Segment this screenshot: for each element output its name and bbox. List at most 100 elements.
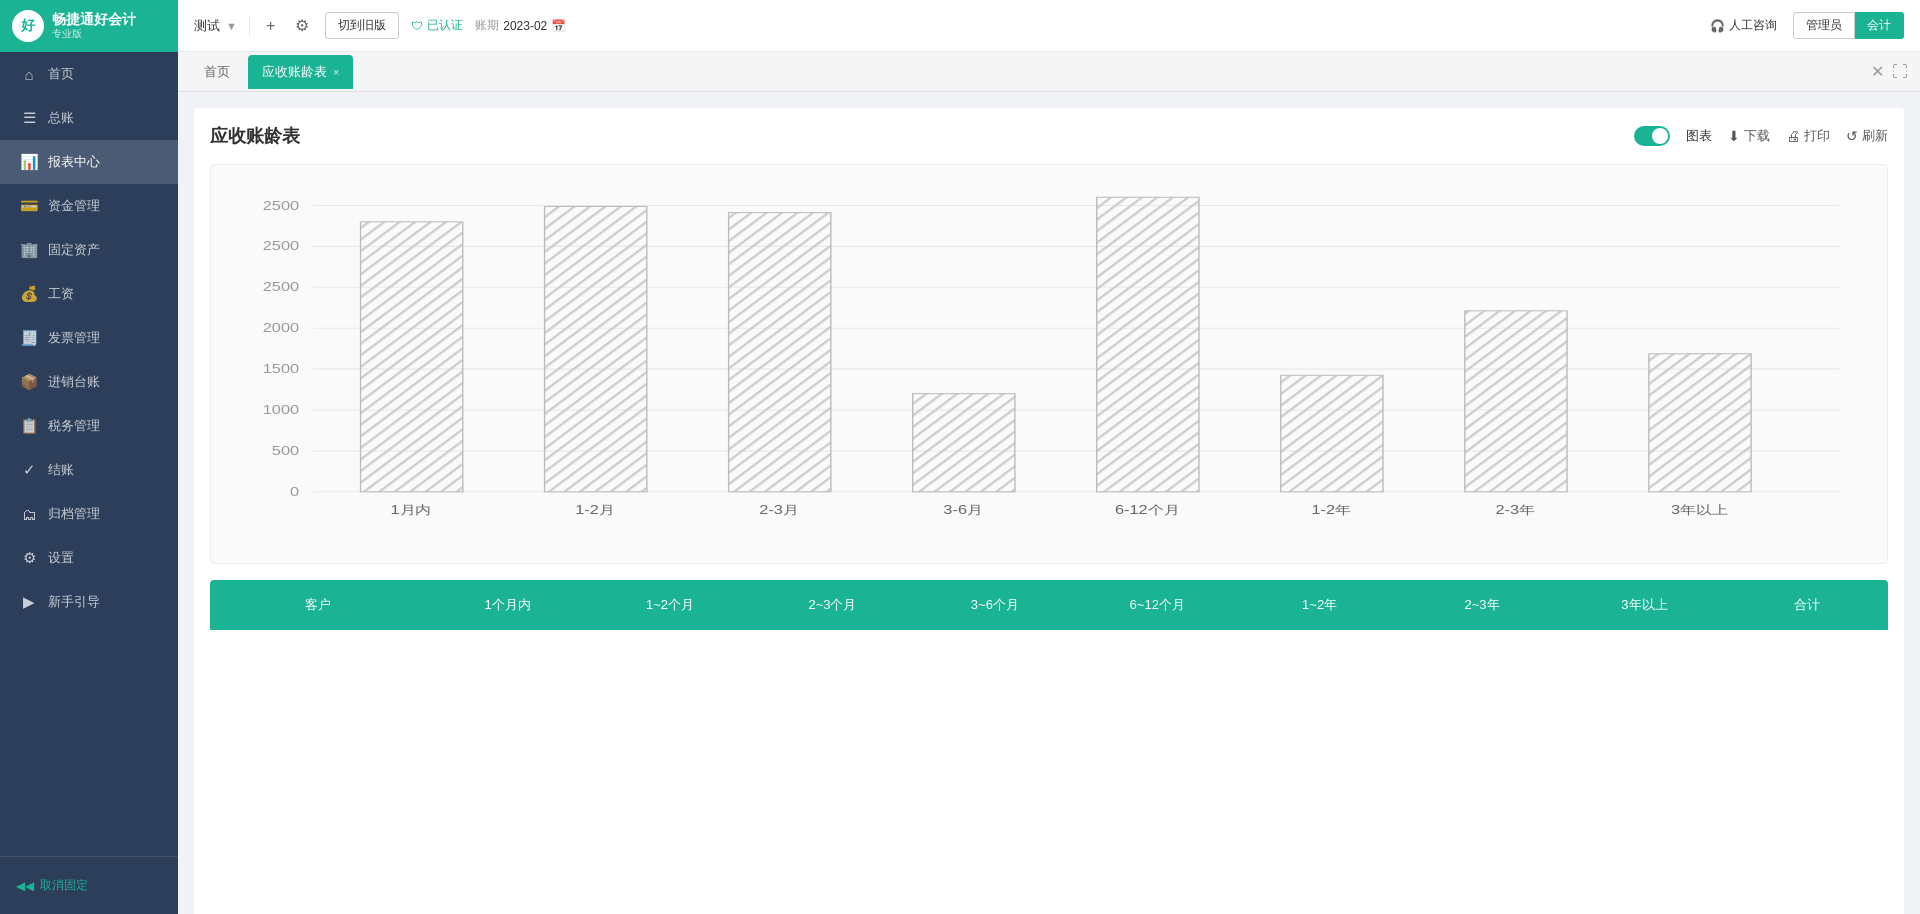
report-actions: 图表 ⬇ 下载 🖨 打印 ↺ 刷新 — [1634, 126, 1888, 146]
print-button[interactable]: 🖨 打印 — [1786, 127, 1830, 145]
sidebar-item-tax[interactable]: 📋 税务管理 — [0, 404, 178, 448]
sidebar-item-home[interactable]: ⌂ 首页 — [0, 52, 178, 96]
report-title: 应收账龄表 — [210, 124, 300, 148]
refresh-icon: ↺ — [1846, 128, 1858, 144]
salary-icon: 💰 — [20, 285, 38, 303]
col-3-6month: 3~6个月 — [914, 580, 1076, 630]
tabbar-right: ✕ ⛶ — [1871, 62, 1908, 81]
settings-button[interactable]: ⚙ — [291, 12, 313, 39]
col-1-2year: 1~2年 — [1238, 580, 1400, 630]
svg-text:6-12个月: 6-12个月 — [1115, 503, 1179, 517]
svg-text:3-6月: 3-6月 — [943, 503, 982, 517]
col-1month: 1个月内 — [427, 580, 589, 630]
calendar-icon[interactable]: 📅 — [551, 19, 566, 33]
home-icon: ⌂ — [20, 66, 38, 83]
accountant-button[interactable]: 会计 — [1855, 12, 1904, 39]
svg-text:2-3月: 2-3月 — [759, 503, 798, 517]
svg-text:0: 0 — [290, 485, 299, 499]
sidebar-nav: ⌂ 首页 ☰ 总账 📊 报表中心 💳 资金管理 🏢 固定资产 💰 工资 🧾 发票… — [0, 52, 178, 856]
sidebar-item-settings[interactable]: ⚙ 设置 — [0, 536, 178, 580]
svg-text:1-2年: 1-2年 — [1311, 503, 1350, 517]
settings-icon: ⚙ — [20, 549, 38, 567]
ledger-icon: ☰ — [20, 109, 38, 127]
report-header: 应收账龄表 图表 ⬇ 下载 🖨 打印 — [210, 124, 1888, 148]
app-logo-icon: 好 — [12, 10, 44, 42]
topbar-divider-1 — [249, 16, 250, 36]
svg-rect-31 — [1649, 354, 1751, 492]
topbar: 测试 ▼ + ⚙ 切到旧版 🛡 已认证 账期 2023-02 📅 🎧 人工咨询 … — [178, 0, 1920, 52]
sidebar-item-reports[interactable]: 📊 报表中心 — [0, 140, 178, 184]
pin-icon: ◀◀ — [16, 879, 34, 893]
main-content: 测试 ▼ + ⚙ 切到旧版 🛡 已认证 账期 2023-02 📅 🎧 人工咨询 … — [178, 0, 1920, 914]
table-header: 客户 1个月内 1~2个月 2~3个月 3~6个月 6~12个月 1~2年 2~… — [210, 580, 1888, 630]
refresh-button[interactable]: ↺ 刷新 — [1846, 127, 1888, 145]
chevron-down-icon: ▼ — [226, 20, 237, 32]
consult-button[interactable]: 🎧 人工咨询 — [1710, 17, 1777, 34]
invoice-icon: 🧾 — [20, 329, 38, 347]
report-container: 应收账龄表 图表 ⬇ 下载 🖨 打印 — [194, 108, 1904, 914]
svg-text:1500: 1500 — [263, 362, 299, 376]
add-button[interactable]: + — [262, 13, 279, 39]
tab-home[interactable]: 首页 — [190, 55, 244, 89]
project-selector[interactable]: 测试 ▼ — [194, 17, 237, 35]
period-display: 账期 2023-02 📅 — [475, 17, 566, 34]
sidebar-item-archive[interactable]: 🗂 归档管理 — [0, 492, 178, 536]
tab-accounts-aging[interactable]: 应收账龄表 × — [248, 55, 353, 89]
inventory-icon: 📦 — [20, 373, 38, 391]
sidebar-item-capital[interactable]: 💳 资金管理 — [0, 184, 178, 228]
sidebar-item-ledger[interactable]: ☰ 总账 — [0, 96, 178, 140]
cancel-fixed-button[interactable]: ◀◀ 取消固定 — [0, 867, 178, 904]
svg-text:1-2月: 1-2月 — [575, 503, 614, 517]
topbar-right: 🎧 人工咨询 管理员 会计 — [1710, 12, 1904, 39]
svg-rect-25 — [1097, 197, 1199, 492]
sidebar-item-inventory[interactable]: 📦 进销台账 — [0, 360, 178, 404]
expand-button[interactable]: ⛶ — [1892, 63, 1908, 81]
chart-area: 2500 2500 2500 2000 1500 1000 500 0 — [210, 164, 1888, 564]
download-icon: ⬇ — [1728, 128, 1740, 144]
sidebar: 好 畅捷通好会计 专业版 ⌂ 首页 ☰ 总账 📊 报表中心 💳 资金管理 🏢 固… — [0, 0, 178, 914]
sidebar-item-assets[interactable]: 🏢 固定资产 — [0, 228, 178, 272]
sidebar-item-guide[interactable]: ▶ 新手引导 — [0, 580, 178, 624]
assets-icon: 🏢 — [20, 241, 38, 259]
svg-text:1月内: 1月内 — [391, 503, 432, 517]
chart-toggle-label: 图表 — [1686, 127, 1712, 145]
tax-icon: 📋 — [20, 417, 38, 435]
certified-badge: 🛡 已认证 — [411, 17, 463, 34]
svg-rect-29 — [1465, 311, 1567, 492]
svg-text:500: 500 — [272, 444, 299, 458]
svg-text:2500: 2500 — [263, 199, 299, 213]
svg-rect-17 — [361, 222, 463, 492]
page-body: 应收账龄表 图表 ⬇ 下载 🖨 打印 — [178, 92, 1920, 914]
chart-toggle[interactable] — [1634, 126, 1670, 146]
close-window-button[interactable]: ✕ — [1871, 62, 1884, 81]
sidebar-item-settlement[interactable]: ✓ 结账 — [0, 448, 178, 492]
col-6-12month: 6~12个月 — [1076, 580, 1238, 630]
svg-text:2500: 2500 — [263, 280, 299, 294]
col-2-3year: 2~3年 — [1401, 580, 1563, 630]
sidebar-item-invoice[interactable]: 🧾 发票管理 — [0, 316, 178, 360]
svg-text:2-3年: 2-3年 — [1496, 503, 1535, 517]
tabbar: 首页 应收账龄表 × ✕ ⛶ — [178, 52, 1920, 92]
manager-button[interactable]: 管理员 — [1793, 12, 1855, 39]
sidebar-item-salary[interactable]: 💰 工资 — [0, 272, 178, 316]
col-2-3month: 2~3个月 — [751, 580, 913, 630]
print-icon: 🖨 — [1786, 128, 1800, 144]
archive-icon: 🗂 — [20, 506, 38, 523]
settlement-icon: ✓ — [20, 461, 38, 479]
download-button[interactable]: ⬇ 下载 — [1728, 127, 1770, 145]
svg-rect-21 — [729, 213, 831, 492]
svg-rect-23 — [913, 394, 1015, 492]
svg-text:3年以上: 3年以上 — [1671, 503, 1728, 517]
tab-close-icon[interactable]: × — [333, 66, 339, 78]
certified-icon: 🛡 — [411, 19, 423, 33]
guide-icon: ▶ — [20, 593, 38, 611]
bar-chart: 2500 2500 2500 2000 1500 1000 500 0 — [231, 185, 1867, 543]
switch-old-button[interactable]: 切到旧版 — [325, 12, 399, 39]
svg-text:2500: 2500 — [263, 239, 299, 253]
svg-rect-27 — [1281, 375, 1383, 492]
col-1-2month: 1~2个月 — [589, 580, 751, 630]
app-logo-text: 畅捷通好会计 专业版 — [52, 11, 136, 42]
col-total: 合计 — [1726, 580, 1888, 630]
svg-rect-19 — [545, 206, 647, 491]
user-buttons: 管理员 会计 — [1793, 12, 1904, 39]
